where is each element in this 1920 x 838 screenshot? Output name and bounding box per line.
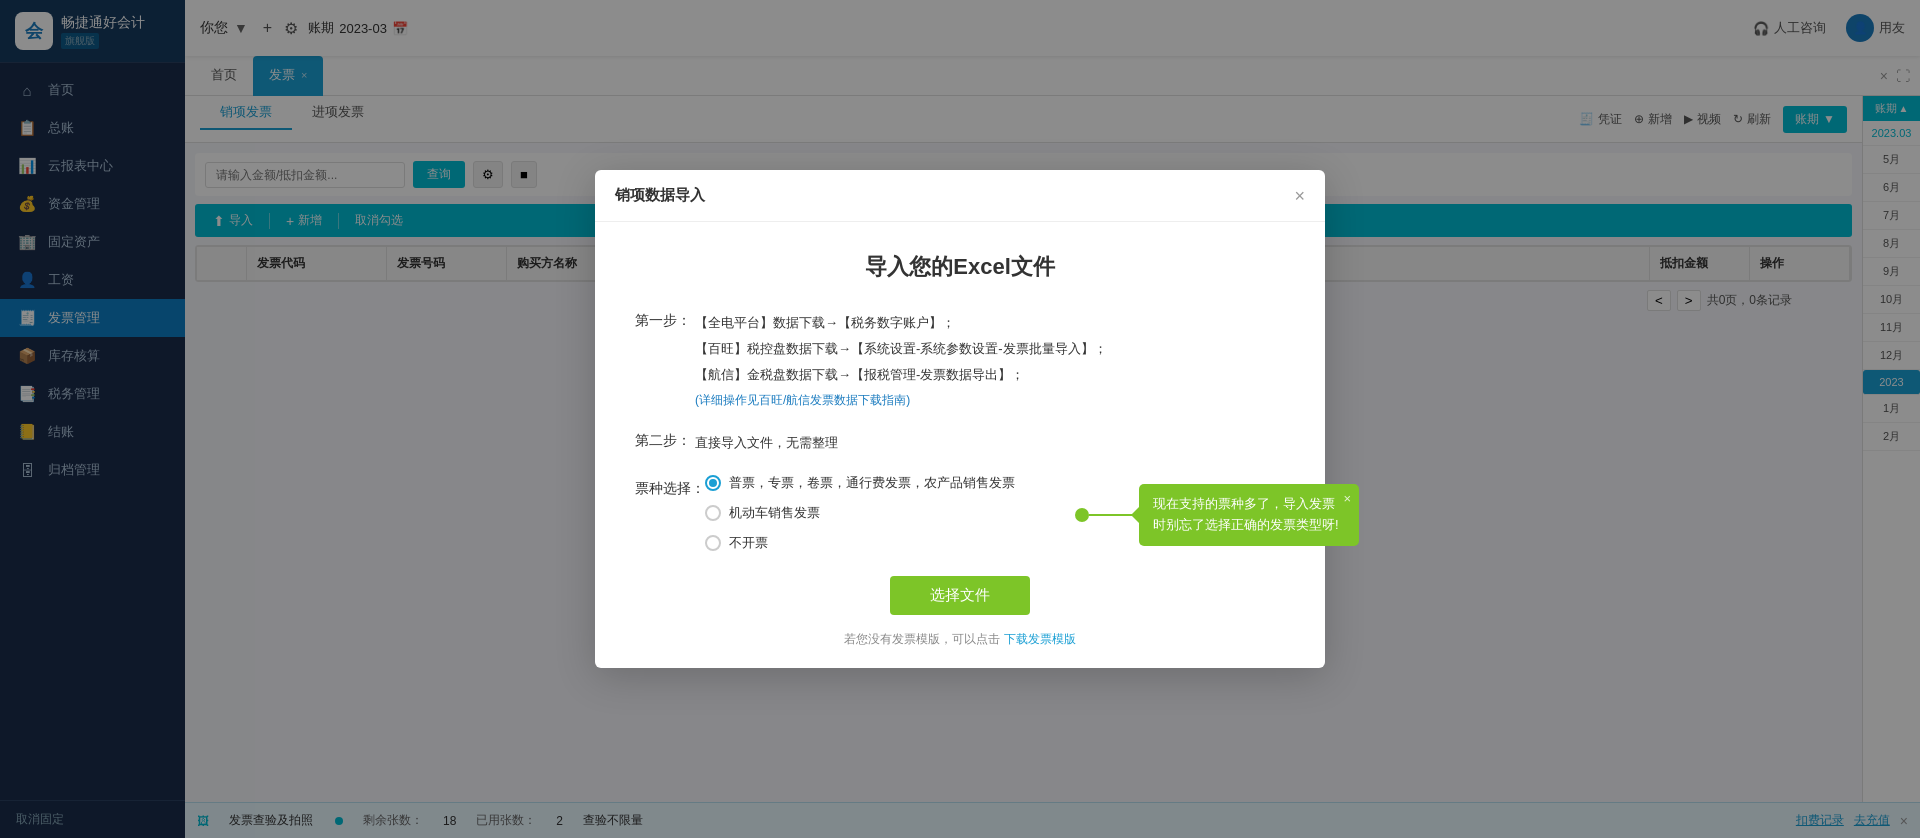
step2-label: 第二步： bbox=[635, 430, 695, 450]
radio-option-2[interactable]: 机动车销售发票 bbox=[705, 504, 1015, 522]
radio-icon-3 bbox=[705, 535, 721, 551]
step2: 第二步： 直接导入文件，无需整理 bbox=[635, 430, 1285, 456]
step1-content: 【全电平台】数据下载→【税务数字账户】； 【百旺】税控盘数据下载→【系统设置-系… bbox=[695, 310, 1107, 412]
modal-body: 导入您的Excel文件 第一步： 【全电平台】数据下载→【税务数字账户】； 【百… bbox=[595, 222, 1325, 668]
modal-title: 销项数据导入 bbox=[615, 186, 705, 205]
radio-option-1[interactable]: 普票，专票，卷票，通行费发票，农产品销售发票 bbox=[705, 474, 1015, 492]
guide-link[interactable]: (详细操作见百旺/航信发票数据下载指南) bbox=[695, 388, 1107, 412]
tooltip-close-btn[interactable]: × bbox=[1343, 489, 1351, 510]
ticket-choice: 票种选择： 普票，专票，卷票，通行费发票，农产品销售发票 机动车销售发票 不开票 bbox=[635, 474, 1285, 552]
radio-icon-1 bbox=[705, 475, 721, 491]
radio-group: 普票，专票，卷票，通行费发票，农产品销售发票 机动车销售发票 不开票 bbox=[705, 474, 1015, 552]
step1-label: 第一步： bbox=[635, 310, 695, 330]
modal-close-btn[interactable]: × bbox=[1294, 187, 1305, 205]
radio-icon-2 bbox=[705, 505, 721, 521]
download-template-link[interactable]: 下载发票模版 bbox=[1004, 632, 1076, 646]
modal-footer-note: 若您没有发票模版，可以点击 下载发票模版 bbox=[635, 631, 1285, 648]
step2-content: 直接导入文件，无需整理 bbox=[695, 430, 838, 456]
import-modal: 销项数据导入 × 导入您的Excel文件 第一步： 【全电平台】数据下载→【税务… bbox=[595, 170, 1325, 668]
step1: 第一步： 【全电平台】数据下载→【税务数字账户】； 【百旺】税控盘数据下载→【系… bbox=[635, 310, 1285, 412]
select-file-btn[interactable]: 选择文件 bbox=[890, 576, 1030, 615]
modal-main-title: 导入您的Excel文件 bbox=[635, 252, 1285, 282]
modal-overlay: 销项数据导入 × 导入您的Excel文件 第一步： 【全电平台】数据下载→【税务… bbox=[0, 0, 1920, 838]
tooltip-box: × 现在支持的票种多了，导入发票时别忘了选择正确的发票类型呀! bbox=[1139, 484, 1359, 546]
modal-header: 销项数据导入 × bbox=[595, 170, 1325, 222]
radio-option-3[interactable]: 不开票 bbox=[705, 534, 1015, 552]
ticket-label: 票种选择： bbox=[635, 474, 705, 498]
